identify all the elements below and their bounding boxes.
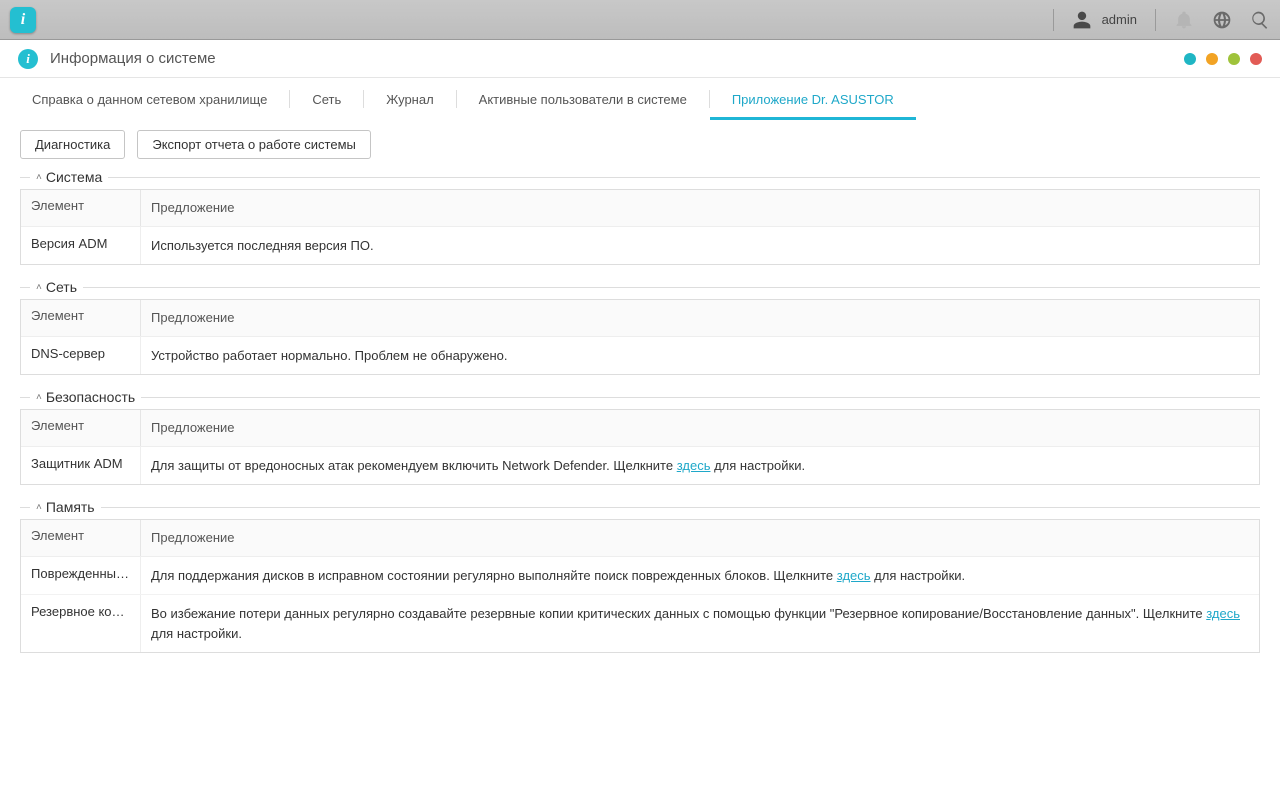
action-buttons: Диагностика Экспорт отчета о работе сист… xyxy=(20,130,1260,159)
security-table: Элемент Предложение Защитник ADM Для защ… xyxy=(20,409,1260,485)
chevron-up-icon: ˄ xyxy=(36,392,42,403)
line xyxy=(20,507,30,508)
search-icon[interactable] xyxy=(1250,10,1270,30)
network-table: Элемент Предложение DNS-сервер Устройств… xyxy=(20,299,1260,375)
tab-dr-asustor[interactable]: Приложение Dr. ASUSTOR xyxy=(710,78,916,120)
col-suggestion: Предложение xyxy=(141,190,1259,226)
table-header: Элемент Предложение xyxy=(21,520,1259,557)
window-close-dot[interactable] xyxy=(1250,53,1262,65)
section-network: ˄ Сеть Элемент Предложение DNS-сервер Уст… xyxy=(20,279,1260,375)
col-element: Элемент xyxy=(21,520,141,556)
system-table: Элемент Предложение Версия ADM Используе… xyxy=(20,189,1260,265)
cell-element: Защитник ADM xyxy=(21,447,141,485)
cell-suggestion: Во избежание потери данных регулярно соз… xyxy=(141,595,1259,652)
user-icon xyxy=(1072,10,1092,30)
text: для настройки. xyxy=(710,458,805,473)
line xyxy=(20,177,30,178)
export-report-button[interactable]: Экспорт отчета о работе системы xyxy=(137,130,371,159)
section-header[interactable]: ˄ Безопасность xyxy=(20,389,1260,405)
chevron-up-icon: ˄ xyxy=(36,502,42,513)
table-row: Версия ADM Используется последняя версия… xyxy=(21,227,1259,265)
system-topbar: i admin xyxy=(0,0,1280,40)
col-suggestion: Предложение xyxy=(141,300,1259,336)
tab-bar: Справка о данном сетевом хранилище Сеть … xyxy=(0,78,1280,120)
system-info-window: i Информация о системе Справка о данном … xyxy=(0,40,1280,800)
text: Для поддержания дисков в исправном состо… xyxy=(151,568,837,583)
section-title: Безопасность xyxy=(46,389,135,405)
settings-link[interactable]: здесь xyxy=(837,568,871,583)
window-header: i Информация о системе xyxy=(0,40,1280,78)
section-header[interactable]: ˄ Память xyxy=(20,499,1260,515)
cell-element: DNS-сервер xyxy=(21,337,141,375)
window-title: Информация о системе xyxy=(50,50,216,67)
content-area: Диагностика Экспорт отчета о работе сист… xyxy=(0,120,1280,800)
section-title: Система xyxy=(46,169,102,185)
window-control-dot[interactable] xyxy=(1228,53,1240,65)
cell-suggestion: Для защиты от вредоносных атак рекоменду… xyxy=(141,447,1259,485)
tab-network[interactable]: Сеть xyxy=(290,78,363,120)
text: для настройки. xyxy=(151,626,242,641)
section-security: ˄ Безопасность Элемент Предложение Защитн… xyxy=(20,389,1260,485)
line xyxy=(20,287,30,288)
text: Для защиты от вредоносных атак рекоменду… xyxy=(151,458,677,473)
line xyxy=(83,287,1260,288)
table-header: Элемент Предложение xyxy=(21,410,1259,447)
table-row: Резервное копир... Во избежание потери д… xyxy=(21,595,1259,652)
user-menu[interactable]: admin xyxy=(1072,10,1137,30)
col-element: Элемент xyxy=(21,300,141,336)
table-row: Поврежденный б... Для поддержания дисков… xyxy=(21,557,1259,596)
line xyxy=(20,397,30,398)
table-row: DNS-сервер Устройство работает нормально… xyxy=(21,337,1259,375)
tab-log[interactable]: Журнал xyxy=(364,78,455,120)
col-suggestion: Предложение xyxy=(141,410,1259,446)
diagnostics-button[interactable]: Диагностика xyxy=(20,130,125,159)
chevron-up-icon: ˄ xyxy=(36,172,42,183)
topbar-left: i xyxy=(10,7,36,33)
cell-element: Версия ADM xyxy=(21,227,141,265)
window-controls xyxy=(1184,53,1262,65)
section-header[interactable]: ˄ Сеть xyxy=(20,279,1260,295)
topbar-right: admin xyxy=(1053,9,1270,31)
line xyxy=(108,177,1260,178)
text: для настройки. xyxy=(871,568,966,583)
text: Во избежание потери данных регулярно соз… xyxy=(151,606,1206,621)
window-info-icon: i xyxy=(18,49,38,69)
cell-suggestion: Используется последняя версия ПО. xyxy=(141,227,1259,265)
table-header: Элемент Предложение xyxy=(21,300,1259,337)
col-element: Элемент xyxy=(21,190,141,226)
line xyxy=(101,507,1260,508)
section-title: Сеть xyxy=(46,279,77,295)
cell-element: Поврежденный б... xyxy=(21,557,141,595)
cell-suggestion: Устройство работает нормально. Проблем н… xyxy=(141,337,1259,375)
app-info-icon[interactable]: i xyxy=(10,7,36,33)
section-header[interactable]: ˄ Система xyxy=(20,169,1260,185)
notification-icon[interactable] xyxy=(1174,10,1194,30)
region-icon[interactable] xyxy=(1212,10,1232,30)
section-system: ˄ Система Элемент Предложение Версия ADM … xyxy=(20,169,1260,265)
cell-suggestion: Для поддержания дисков в исправном состо… xyxy=(141,557,1259,595)
cell-element: Резервное копир... xyxy=(21,595,141,652)
section-title: Память xyxy=(46,499,95,515)
tab-active-users[interactable]: Активные пользователи в системе xyxy=(457,78,709,120)
divider xyxy=(1155,9,1156,31)
tab-about[interactable]: Справка о данном сетевом хранилище xyxy=(10,78,289,120)
divider xyxy=(1053,9,1054,31)
settings-link[interactable]: здесь xyxy=(677,458,711,473)
table-row: Защитник ADM Для защиты от вредоносных а… xyxy=(21,447,1259,485)
storage-table: Элемент Предложение Поврежденный б... Дл… xyxy=(20,519,1260,653)
line xyxy=(141,397,1260,398)
section-storage: ˄ Память Элемент Предложение Поврежденный… xyxy=(20,499,1260,653)
chevron-up-icon: ˄ xyxy=(36,282,42,293)
col-suggestion: Предложение xyxy=(141,520,1259,556)
col-element: Элемент xyxy=(21,410,141,446)
table-header: Элемент Предложение xyxy=(21,190,1259,227)
username-label: admin xyxy=(1102,12,1137,27)
window-control-dot[interactable] xyxy=(1206,53,1218,65)
window-control-dot[interactable] xyxy=(1184,53,1196,65)
settings-link[interactable]: здесь xyxy=(1206,606,1240,621)
